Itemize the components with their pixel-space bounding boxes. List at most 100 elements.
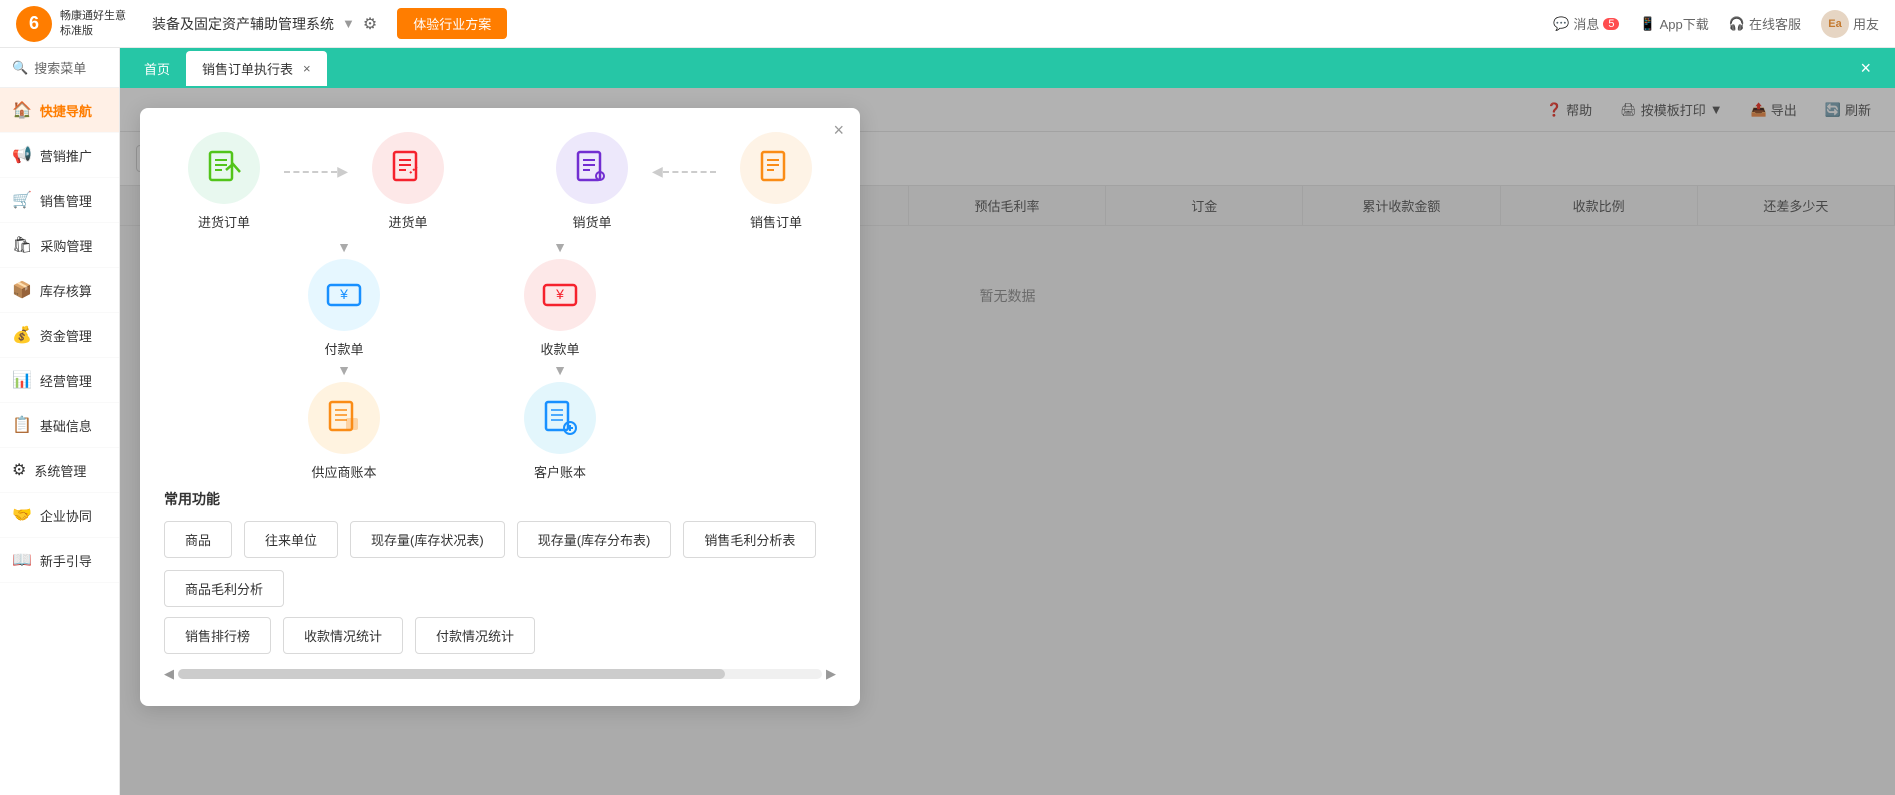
basic-icon: 📋	[12, 415, 32, 435]
flow-node-supplier[interactable]	[308, 382, 380, 454]
sidebar-label-purchase: 采购管理	[40, 236, 92, 255]
system-title-text: 装备及固定资产辅助管理系统	[152, 14, 334, 34]
flow-node-jinhuo[interactable]	[372, 132, 444, 204]
sidebar-label-enterprise: 企业协同	[40, 506, 92, 525]
online-service-item[interactable]: 🎧 在线客服	[1729, 14, 1801, 33]
top-header: 6 畅康通好生意 标准版 装备及固定资产辅助管理系统 ▼ ⚙ 体验行业方案 💬 …	[0, 0, 1895, 48]
user-avatar: Ea	[1821, 10, 1849, 38]
marketing-icon: 📢	[12, 145, 32, 165]
settings-icon[interactable]: ⚙	[363, 14, 377, 34]
flow-node-customer[interactable]	[524, 382, 596, 454]
operations-icon: 📊	[12, 370, 32, 390]
header-right: 💬 消息 5 📱 App下载 🎧 在线客服 Ea 用友	[1553, 10, 1879, 38]
sidebar-label-system: 系统管理	[34, 461, 86, 480]
sidebar-item-marketing[interactable]: 📢 营销推广	[0, 133, 119, 178]
cf-btn-sales-ranking[interactable]: 销售排行榜	[164, 617, 271, 654]
svg-text:¥: ¥	[339, 286, 348, 302]
finance-icon: 💰	[12, 325, 32, 345]
tab-bar: 首页 销售订单执行表 × ×	[120, 48, 1895, 88]
cf-btn-goods[interactable]: 商品	[164, 521, 232, 558]
user-name: 用友	[1853, 14, 1879, 33]
message-icon: 💬	[1553, 16, 1569, 32]
sidebar-item-operations[interactable]: 📊 经营管理	[0, 358, 119, 403]
sidebar-label-quick-nav: 快捷导航	[40, 101, 92, 120]
cf-btn-sales-gross[interactable]: 销售毛利分析表	[683, 521, 816, 558]
flow-label-fukuan: 付款单	[324, 339, 363, 358]
sidebar-item-system[interactable]: ⚙ 系统管理	[0, 448, 119, 493]
cf-btn-inventory-status[interactable]: 现存量(库存状况表)	[350, 521, 505, 558]
cf-btn-payment-stats[interactable]: 付款情况统计	[415, 617, 535, 654]
search-menu-label: 搜索菜单	[34, 58, 86, 77]
common-functions-section: 常用功能 商品 往来单位 现存量(库存状况表) 现存量(库存分布表) 销售毛利分…	[164, 489, 836, 654]
purchase-icon: 🛍	[12, 235, 32, 255]
sidebar-label-finance: 资金管理	[40, 326, 92, 345]
message-label: 消息	[1573, 14, 1599, 33]
svg-text:¥: ¥	[555, 286, 564, 302]
enterprise-icon: 🤝	[12, 505, 32, 525]
tab-close-icon[interactable]: ×	[303, 61, 311, 76]
flow-node-xiaohuo-order[interactable]	[740, 132, 812, 204]
sidebar-item-finance[interactable]: 💰 资金管理	[0, 313, 119, 358]
scroll-right-icon[interactable]: ▶	[826, 666, 836, 682]
cf-btn-counterparty[interactable]: 往来单位	[244, 521, 338, 558]
tab-sales-order[interactable]: 销售订单执行表 ×	[186, 51, 327, 86]
modal-close-button[interactable]: ×	[833, 120, 844, 141]
sidebar-item-enterprise[interactable]: 🤝 企业协同	[0, 493, 119, 538]
common-functions-title: 常用功能	[164, 489, 836, 509]
main-area: 首页 销售订单执行表 × × ❓ 帮助 🖨 按模板打印 ▼ 📤 导出	[120, 48, 1895, 795]
system-icon: ⚙	[12, 460, 26, 480]
online-service-label: 在线客服	[1749, 14, 1801, 33]
close-main-icon[interactable]: ×	[1860, 58, 1871, 79]
search-menu-item[interactable]: 🔍 搜索菜单	[0, 48, 119, 88]
flow-label-customer: 客户账本	[534, 462, 586, 481]
search-icon: 🔍	[12, 60, 28, 76]
app-download-label: App下载	[1660, 14, 1709, 33]
cf-btn-inventory-dist[interactable]: 现存量(库存分布表)	[517, 521, 672, 558]
sidebar-item-quick-nav[interactable]: 🏠 快捷导航	[0, 88, 119, 133]
sidebar-label-basic: 基础信息	[40, 416, 92, 435]
flow-node-xiaohuo[interactable]	[556, 132, 628, 204]
sidebar-label-marketing: 营销推广	[40, 146, 92, 165]
user-item[interactable]: Ea 用友	[1821, 10, 1879, 38]
dropdown-arrow-icon[interactable]: ▼	[342, 16, 355, 31]
flow-node-shoukuan[interactable]: ¥	[524, 259, 596, 331]
app-download-item[interactable]: 📱 App下载	[1639, 14, 1708, 33]
tab-home[interactable]: 首页	[128, 51, 186, 86]
system-title-area: 装备及固定资产辅助管理系统 ▼ ⚙ 体验行业方案	[152, 8, 1553, 39]
cf-row-1: 商品 往来单位 现存量(库存状况表) 现存量(库存分布表) 销售毛利分析表 商品…	[164, 521, 836, 607]
cf-row-2: 销售排行榜 收款情况统计 付款情况统计	[164, 617, 836, 654]
flow-label-jinhuo: 进货单	[388, 212, 427, 231]
service-icon: 🎧	[1729, 16, 1745, 32]
trial-button[interactable]: 体验行业方案	[397, 8, 507, 39]
flow-node-fukuan[interactable]: ¥	[308, 259, 380, 331]
sidebar-label-inventory: 库存核算	[40, 281, 92, 300]
scrollbar-area: ◀ ▶	[164, 666, 836, 682]
quick-nav-icon: 🏠	[12, 100, 32, 120]
content-area: ❓ 帮助 🖨 按模板打印 ▼ 📤 导出 🔄 刷新 📅 单据状态	[120, 88, 1895, 795]
download-icon: 📱	[1639, 16, 1655, 32]
sidebar-item-sales[interactable]: 🛒 销售管理	[0, 178, 119, 223]
cf-btn-goods-gross[interactable]: 商品毛利分析	[164, 570, 284, 607]
sidebar-label-operations: 经营管理	[40, 371, 92, 390]
sidebar-label-sales: 销售管理	[40, 191, 92, 210]
modal-box: × 进货订单	[140, 108, 860, 706]
flow-node-jinhuo-order[interactable]	[188, 132, 260, 204]
sales-order-tab-label: 销售订单执行表	[202, 59, 293, 78]
flow-label-shoukuan: 收款单	[540, 339, 579, 358]
sidebar: 🔍 搜索菜单 🏠 快捷导航 📢 营销推广 🛒 销售管理 🛍 采购管理 📦 库存核…	[0, 48, 120, 795]
sidebar-item-basic[interactable]: 📋 基础信息	[0, 403, 119, 448]
scroll-left-icon[interactable]: ◀	[164, 666, 174, 682]
sidebar-label-newbie: 新手引导	[40, 551, 92, 570]
logo-icon: 6	[16, 6, 52, 42]
sidebar-item-purchase[interactable]: 🛍 采购管理	[0, 223, 119, 268]
message-item[interactable]: 💬 消息 5	[1553, 14, 1619, 33]
flow-label-xiaohuo: 销货单	[572, 212, 611, 231]
sidebar-item-newbie[interactable]: 📖 新手引导	[0, 538, 119, 583]
cf-btn-receipt-stats[interactable]: 收款情况统计	[283, 617, 403, 654]
logo-text: 畅康通好生意 标准版	[60, 9, 126, 38]
flow-label-supplier: 供应商账本	[311, 462, 376, 481]
newbie-icon: 📖	[12, 550, 32, 570]
modal-overlay[interactable]: × 进货订单	[120, 88, 1895, 795]
logo-area: 6 畅康通好生意 标准版	[16, 6, 136, 42]
sidebar-item-inventory[interactable]: 📦 库存核算	[0, 268, 119, 313]
